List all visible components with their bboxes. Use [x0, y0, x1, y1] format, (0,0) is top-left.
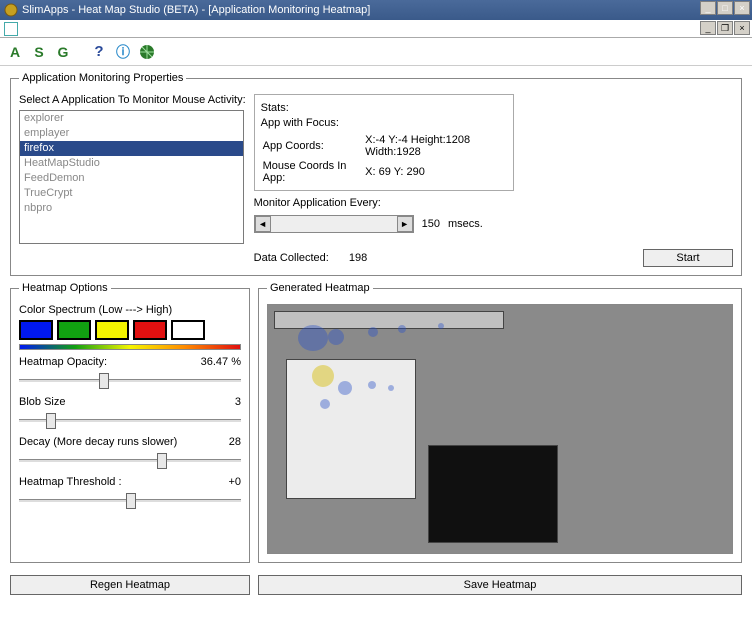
- blob-label: Blob Size: [19, 396, 65, 408]
- app-list-item[interactable]: HeatMapStudio: [20, 156, 243, 171]
- data-collected-value: 198: [349, 252, 367, 264]
- monitoring-properties-group: Application Monitoring Properties Select…: [10, 72, 742, 276]
- swatch-red[interactable]: [133, 320, 167, 340]
- close-button[interactable]: ×: [734, 1, 750, 15]
- heatmap-options-legend: Heatmap Options: [19, 282, 111, 294]
- app-icon: [4, 3, 18, 17]
- opacity-slider[interactable]: [19, 370, 241, 390]
- globe-icon[interactable]: [138, 43, 156, 61]
- app-list-item[interactable]: emplayer: [20, 126, 243, 141]
- app-list-item[interactable]: FeedDemon: [20, 171, 243, 186]
- menu-icon[interactable]: [4, 22, 18, 36]
- spectrum-gradient: [19, 344, 241, 350]
- mdi-bar: _ ❐ ×: [0, 20, 752, 38]
- stats-legend: Stats:: [261, 102, 507, 114]
- app-list-item[interactable]: explorer: [20, 111, 243, 126]
- blob-value: 3: [235, 396, 241, 408]
- monitoring-properties-legend: Application Monitoring Properties: [19, 72, 186, 84]
- threshold-label: Heatmap Threshold :: [19, 476, 122, 488]
- generated-heatmap-group: Generated Heatmap: [258, 282, 742, 563]
- heatmap-options-group: Heatmap Options Color Spectrum (Low --->…: [10, 282, 250, 563]
- opacity-value: 36.47 %: [201, 356, 241, 368]
- mdi-restore-button[interactable]: ❐: [717, 21, 733, 35]
- decay-slider[interactable]: [19, 450, 241, 470]
- opacity-label: Heatmap Opacity:: [19, 356, 107, 368]
- heatmap-preview: [267, 304, 733, 554]
- app-list-item[interactable]: nbpro: [20, 201, 243, 216]
- tool-s-icon[interactable]: S: [30, 43, 48, 61]
- swatch-green[interactable]: [57, 320, 91, 340]
- decay-label: Decay (More decay runs slower): [19, 436, 177, 448]
- mouse-coords-value: X: 69 Y: 290: [365, 160, 504, 184]
- monitor-interval-scrollbar[interactable]: ◄ ►: [254, 215, 414, 233]
- threshold-slider[interactable]: [19, 490, 241, 510]
- scroll-right-icon[interactable]: ►: [397, 216, 413, 232]
- window-title: SlimApps - Heat Map Studio (BETA) - [App…: [22, 4, 370, 16]
- minimize-button[interactable]: _: [700, 1, 716, 15]
- app-list-item[interactable]: firefox: [20, 141, 243, 156]
- swatch-white[interactable]: [171, 320, 205, 340]
- mdi-minimize-button[interactable]: _: [700, 21, 716, 35]
- maximize-button[interactable]: □: [717, 1, 733, 15]
- decay-value: 28: [229, 436, 241, 448]
- swatch-blue[interactable]: [19, 320, 53, 340]
- scroll-left-icon[interactable]: ◄: [255, 216, 271, 232]
- mouse-coords-label: Mouse Coords In App:: [263, 160, 364, 184]
- app-list-item[interactable]: TrueCrypt: [20, 186, 243, 201]
- help-icon[interactable]: ?: [90, 43, 108, 61]
- tool-g-icon[interactable]: G: [54, 43, 72, 61]
- monitor-interval-unit: msecs.: [448, 218, 483, 230]
- info-icon[interactable]: ⓘ: [114, 43, 132, 61]
- threshold-value: +0: [228, 476, 241, 488]
- title-bar: SlimApps - Heat Map Studio (BETA) - [App…: [0, 0, 752, 20]
- save-heatmap-button[interactable]: Save Heatmap: [258, 575, 742, 595]
- app-focus-label: App with Focus:: [261, 117, 507, 129]
- app-coords-label: App Coords:: [263, 134, 364, 158]
- toolbar: A S G ? ⓘ: [0, 38, 752, 66]
- swatch-yellow[interactable]: [95, 320, 129, 340]
- start-button[interactable]: Start: [643, 249, 733, 267]
- app-list-label: Select A Application To Monitor Mouse Ac…: [19, 94, 246, 106]
- app-coords-value: X:-4 Y:-4 Height:1208 Width:1928: [365, 134, 504, 158]
- stats-group: Stats: App with Focus: App Coords: X:-4 …: [254, 94, 514, 191]
- data-collected-label: Data Collected:: [254, 252, 329, 264]
- monitor-interval-value: 150: [422, 218, 440, 230]
- blob-slider[interactable]: [19, 410, 241, 430]
- regen-heatmap-button[interactable]: Regen Heatmap: [10, 575, 250, 595]
- monitor-interval-label: Monitor Application Every:: [254, 197, 733, 209]
- generated-heatmap-legend: Generated Heatmap: [267, 282, 373, 294]
- tool-a-icon[interactable]: A: [6, 43, 24, 61]
- mdi-close-button[interactable]: ×: [734, 21, 750, 35]
- spectrum-label: Color Spectrum (Low ---> High): [19, 304, 241, 316]
- application-listbox[interactable]: exploreremplayerfirefoxHeatMapStudioFeed…: [19, 110, 244, 244]
